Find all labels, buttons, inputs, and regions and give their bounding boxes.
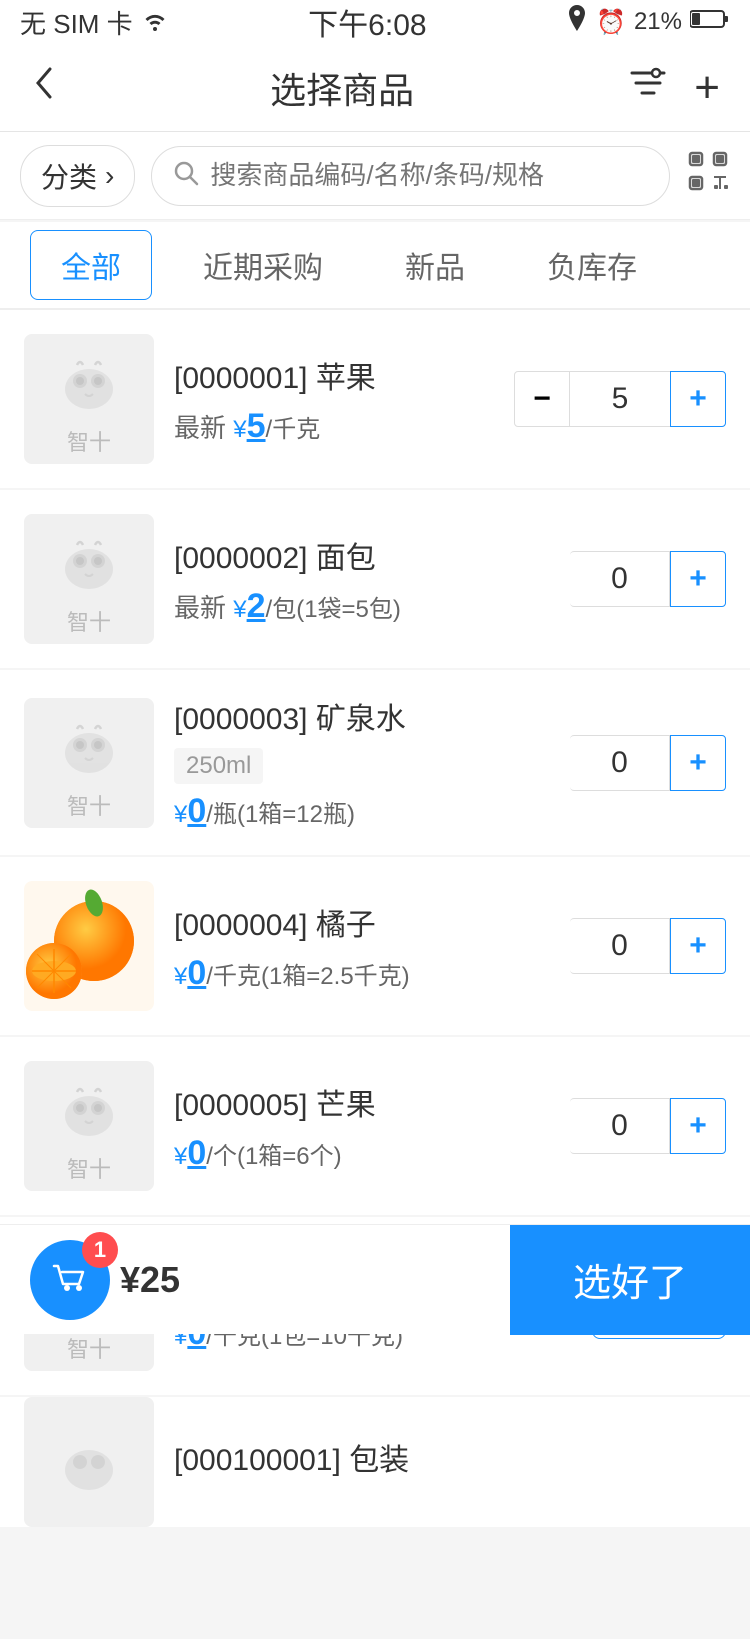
status-left: 无 SIM 卡 <box>20 4 169 41</box>
product-price-0000003: ¥0/瓶(1箱=12瓶) <box>174 792 550 831</box>
product-name-0000004: [0000004] 橘子 <box>174 900 550 944</box>
qty-plus-0000005[interactable]: + <box>670 1098 726 1154</box>
product-image-0000001: 智十 <box>24 334 154 464</box>
tab-all[interactable]: 全部 <box>30 230 152 300</box>
qty-input-0000005[interactable] <box>570 1098 670 1154</box>
bottom-bar: 1 ¥25 选好了 <box>0 1224 750 1334</box>
qty-plus-0000002[interactable]: + <box>670 551 726 607</box>
nav-right: + <box>626 61 720 115</box>
confirm-button[interactable]: 选好了 <box>510 1225 750 1335</box>
product-item-000100001: [000100001] 包装 <box>0 1397 750 1527</box>
qty-input-0000002[interactable] <box>570 551 670 607</box>
qty-control-0000001: − + <box>514 371 726 427</box>
product-name-0000003: [0000003] 矿泉水 <box>174 694 550 738</box>
product-name-000100001: [000100001] 包装 <box>174 1435 706 1479</box>
nav-bar: 选择商品 + <box>0 44 750 132</box>
cart-total: ¥25 <box>120 1259 180 1301</box>
product-info-0000002: [0000002] 面包 最新 ¥2/包(1袋=5包) <box>154 533 570 626</box>
product-item-0000001: 智十 [0000001] 苹果 最新 ¥5/千克 − + <box>0 310 750 488</box>
search-icon <box>172 159 200 192</box>
qty-plus-0000001[interactable]: + <box>670 371 726 427</box>
product-name-0000001: [0000001] 苹果 <box>174 353 494 397</box>
product-price-0000002: 最新 ¥2/包(1袋=5包) <box>174 587 550 626</box>
page-title: 选择商品 <box>270 62 414 114</box>
tab-negative[interactable]: 负库存 <box>516 230 668 300</box>
filter-bar: 分类 › <box>0 132 750 220</box>
battery-label: 21% <box>634 8 682 36</box>
qty-input-0000003[interactable] <box>570 735 670 791</box>
qty-control-0000005: + <box>570 1098 726 1154</box>
product-name-0000005: [0000005] 芒果 <box>174 1080 550 1124</box>
qty-plus-0000004[interactable]: + <box>670 918 726 974</box>
tab-new[interactable]: 新品 <box>374 230 496 300</box>
qty-input-0000001[interactable] <box>570 371 670 427</box>
status-bar: 无 SIM 卡 下午6:08 ⏰ 21% <box>0 0 750 44</box>
tab-bar: 全部 近期采购 新品 负库存 <box>0 222 750 310</box>
product-price-0000001: 最新 ¥5/千克 <box>174 407 494 446</box>
cart-section: 1 ¥25 <box>0 1240 510 1320</box>
product-item-0000003: 智十 [0000003] 矿泉水 250ml ¥0/瓶(1箱=12瓶) + <box>0 670 750 855</box>
product-info-0000004: [0000004] 橘子 ¥0/千克(1箱=2.5千克) <box>154 900 570 993</box>
product-info-000100001: [000100001] 包装 <box>154 1435 726 1489</box>
product-info-0000005: [0000005] 芒果 ¥0/个(1箱=6个) <box>154 1080 570 1173</box>
category-button[interactable]: 分类 › <box>20 145 135 207</box>
product-item-0000002: 智十 [0000002] 面包 最新 ¥2/包(1袋=5包) + <box>0 490 750 668</box>
nav-left <box>30 61 58 115</box>
qty-control-0000004: + <box>570 918 726 974</box>
product-name-0000002: [0000002] 面包 <box>174 533 550 577</box>
back-button[interactable] <box>30 61 58 115</box>
product-spec-0000003: 250ml <box>174 748 263 784</box>
battery-icon <box>690 8 730 36</box>
product-item-0000004: [0000004] 橘子 ¥0/千克(1箱=2.5千克) + <box>0 857 750 1035</box>
product-list: 智十 [0000001] 苹果 最新 ¥5/千克 − + <box>0 310 750 1527</box>
cart-icon[interactable]: 1 <box>30 1240 110 1320</box>
category-label: 分类 <box>41 156 97 196</box>
carrier-label: 无 SIM 卡 <box>20 4 133 41</box>
category-chevron: › <box>105 160 114 192</box>
search-input[interactable] <box>210 160 649 191</box>
qty-control-0000002: + <box>570 551 726 607</box>
wifi-icon <box>141 7 169 38</box>
add-icon[interactable]: + <box>694 63 720 113</box>
product-image-0000004 <box>24 881 154 1011</box>
product-info-0000003: [0000003] 矿泉水 250ml ¥0/瓶(1箱=12瓶) <box>154 694 570 831</box>
search-box[interactable] <box>151 146 670 206</box>
cart-badge: 1 <box>82 1232 118 1268</box>
qty-input-0000004[interactable] <box>570 918 670 974</box>
product-item-0000005: 智十 [0000005] 芒果 ¥0/个(1箱=6个) + <box>0 1037 750 1215</box>
product-info-0000001: [0000001] 苹果 最新 ¥5/千克 <box>154 353 514 446</box>
tab-recent[interactable]: 近期采购 <box>172 230 354 300</box>
product-price-0000005: ¥0/个(1箱=6个) <box>174 1134 550 1173</box>
product-image-000100001 <box>24 1397 154 1527</box>
status-time: 下午6:08 <box>308 0 426 44</box>
scan-icon[interactable] <box>686 149 730 202</box>
qty-control-0000003: + <box>570 735 726 791</box>
product-image-0000002: 智十 <box>24 514 154 644</box>
status-right: ⏰ 21% <box>566 5 730 40</box>
product-image-0000003: 智十 <box>24 698 154 828</box>
filter-icon[interactable] <box>626 61 670 115</box>
alarm-icon: ⏰ <box>596 8 626 37</box>
qty-minus-0000001[interactable]: − <box>514 371 570 427</box>
product-image-0000005: 智十 <box>24 1061 154 1191</box>
product-price-0000004: ¥0/千克(1箱=2.5千克) <box>174 954 550 993</box>
qty-plus-0000003[interactable]: + <box>670 735 726 791</box>
location-icon <box>566 5 588 40</box>
